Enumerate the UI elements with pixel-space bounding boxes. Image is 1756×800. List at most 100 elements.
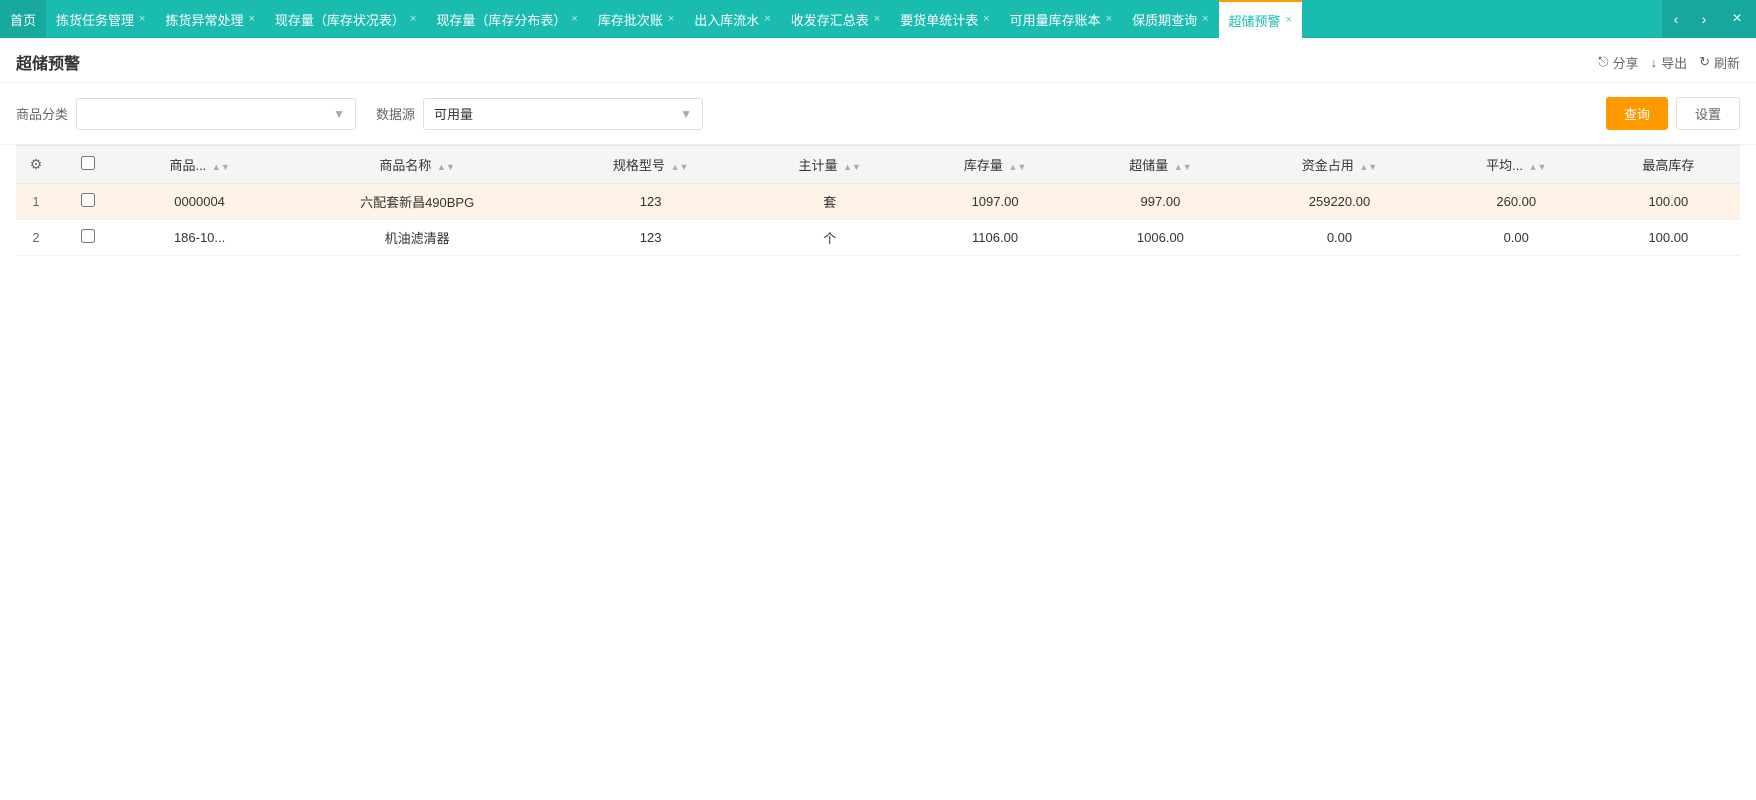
datasource-label: 数据源	[376, 104, 415, 123]
row-checkbox[interactable]	[81, 229, 95, 243]
overstock-qty: 1006.00	[1078, 220, 1243, 256]
category-filter: 商品分类 ▼	[16, 98, 356, 130]
col-header-spec[interactable]: 规格型号 ▲▼	[554, 146, 747, 184]
close-tab-icon[interactable]: ×	[410, 13, 416, 25]
nav-summary[interactable]: 收发存汇总表 ×	[781, 0, 890, 38]
close-tab-icon[interactable]: ×	[983, 13, 989, 25]
close-tab-icon[interactable]: ×	[139, 13, 145, 25]
table-header-row: ⚙ 商品... ▲▼ 商品名称 ▲▼ 规格型号 ▲▼	[16, 146, 1740, 184]
share-icon: ⎋	[1598, 54, 1608, 70]
gear-icon[interactable]: ⚙	[30, 156, 43, 172]
page-title: 超储预警	[16, 50, 80, 74]
row-checkbox-cell	[56, 184, 119, 220]
nav-available-stock[interactable]: 可用量库存账本 ×	[1000, 0, 1122, 38]
product-code: 0000004	[119, 184, 280, 220]
close-tab-icon[interactable]: ×	[1106, 13, 1112, 25]
col-header-overstock[interactable]: 超储量 ▲▼	[1078, 146, 1243, 184]
nav-home[interactable]: 首页	[0, 0, 46, 38]
nav-right-arrow[interactable]: ›	[1690, 0, 1718, 38]
sort-icon: ▲▼	[212, 162, 230, 172]
col-header-avg[interactable]: 平均... ▲▼	[1436, 146, 1597, 184]
table-row: 2 186-10... 机油滤清器 123 个 1106.00 1006.00 …	[16, 220, 1740, 256]
sort-icon: ▲▼	[671, 162, 689, 172]
sort-icon: ▲▼	[437, 162, 455, 172]
datasource-select[interactable]: 可用量 ▼	[423, 98, 703, 130]
nav-task-mgmt[interactable]: 拣货任务管理 ×	[46, 0, 155, 38]
col-header-capital[interactable]: 资金占用 ▲▼	[1243, 146, 1436, 184]
top-nav: 首页 拣货任务管理 × 拣货异常处理 × 现存量（库存状况表） × 现存量（库存…	[0, 0, 1756, 38]
category-select[interactable]: ▼	[76, 98, 356, 130]
close-tab-icon[interactable]: ×	[1286, 14, 1292, 26]
filter-actions: 查询 设置	[1606, 97, 1740, 130]
max-stock: 100.00	[1597, 184, 1740, 220]
row-number: 2	[16, 220, 56, 256]
sort-icon: ▲▼	[843, 162, 861, 172]
nav-order-stat[interactable]: 要货单统计表 ×	[890, 0, 999, 38]
nav-batch[interactable]: 库存批次账 ×	[588, 0, 684, 38]
col-header-product-code[interactable]: 商品... ▲▼	[119, 146, 280, 184]
stock-qty: 1106.00	[912, 220, 1077, 256]
nav-flow[interactable]: 出入库流水 ×	[684, 0, 780, 38]
col-header-product-name[interactable]: 商品名称 ▲▼	[280, 146, 554, 184]
sort-icon: ▲▼	[1174, 162, 1192, 172]
capital-usage: 259220.00	[1243, 184, 1436, 220]
dropdown-arrow-icon: ▼	[333, 107, 345, 121]
nav-close-all[interactable]: ×	[1718, 0, 1756, 38]
refresh-icon: ↻	[1699, 54, 1710, 70]
nav-left-arrow[interactable]: ‹	[1662, 0, 1690, 38]
sort-icon: ▲▼	[1359, 162, 1377, 172]
row-checkbox-cell	[56, 220, 119, 256]
sort-icon: ▲▼	[1008, 162, 1026, 172]
capital-usage: 0.00	[1243, 220, 1436, 256]
col-header-checkbox	[56, 146, 119, 184]
close-tab-icon[interactable]: ×	[668, 13, 674, 25]
unit: 个	[747, 220, 912, 256]
spec: 123	[554, 184, 747, 220]
nav-overstock-warning[interactable]: 超储预警 ×	[1219, 0, 1302, 38]
header-actions: ⎋ 分享 ↓ 导出 ↻ 刷新	[1598, 53, 1740, 72]
nav-stock-status[interactable]: 现存量（库存状况表） ×	[265, 0, 426, 38]
data-table: ⚙ 商品... ▲▼ 商品名称 ▲▼ 规格型号 ▲▼	[16, 145, 1740, 256]
export-button[interactable]: ↓ 导出	[1651, 53, 1688, 72]
close-tab-icon[interactable]: ×	[1202, 13, 1208, 25]
stock-qty: 1097.00	[912, 184, 1077, 220]
row-checkbox[interactable]	[81, 193, 95, 207]
share-button[interactable]: ⎋ 分享	[1598, 53, 1638, 72]
refresh-button[interactable]: ↻ 刷新	[1699, 53, 1740, 72]
col-header-max-stock[interactable]: 最高库存	[1597, 146, 1740, 184]
product-code: 186-10...	[119, 220, 280, 256]
product-name: 六配套新昌490BPG	[280, 184, 554, 220]
close-tab-icon[interactable]: ×	[874, 13, 880, 25]
nav-stock-dist[interactable]: 现存量（库存分布表） ×	[426, 0, 587, 38]
product-name: 机油滤清器	[280, 220, 554, 256]
col-header-stock[interactable]: 库存量 ▲▼	[912, 146, 1077, 184]
query-button[interactable]: 查询	[1606, 97, 1668, 130]
dropdown-arrow-icon: ▼	[680, 107, 692, 121]
settings-button[interactable]: 设置	[1676, 97, 1740, 130]
export-icon: ↓	[1651, 55, 1658, 70]
close-tab-icon[interactable]: ×	[571, 13, 577, 25]
sort-icon: ▲▼	[1529, 162, 1547, 172]
filter-area: 商品分类 ▼ 数据源 可用量 ▼ 查询 设置	[0, 83, 1756, 144]
row-number: 1	[16, 184, 56, 220]
spec: 123	[554, 220, 747, 256]
datasource-select-value: 可用量	[434, 104, 473, 123]
close-tab-icon[interactable]: ×	[248, 13, 254, 25]
page-content: 超储预警 ⎋ 分享 ↓ 导出 ↻ 刷新 商品分类 ▼ 数据源	[0, 38, 1756, 800]
category-label: 商品分类	[16, 104, 68, 123]
avg-price: 260.00	[1436, 184, 1597, 220]
col-header-unit[interactable]: 主计量 ▲▼	[747, 146, 912, 184]
select-all-checkbox[interactable]	[81, 156, 95, 170]
table-row: 1 0000004 六配套新昌490BPG 123 套 1097.00 997.…	[16, 184, 1740, 220]
overstock-qty: 997.00	[1078, 184, 1243, 220]
nav-arrows: ‹ › ×	[1662, 0, 1756, 38]
datasource-filter: 数据源 可用量 ▼	[376, 98, 703, 130]
page-header: 超储预警 ⎋ 分享 ↓ 导出 ↻ 刷新	[0, 38, 1756, 83]
max-stock: 100.00	[1597, 220, 1740, 256]
nav-exception[interactable]: 拣货异常处理 ×	[155, 0, 264, 38]
nav-quality-period[interactable]: 保质期查询 ×	[1122, 0, 1218, 38]
table-container: ⚙ 商品... ▲▼ 商品名称 ▲▼ 规格型号 ▲▼	[0, 145, 1756, 256]
unit: 套	[747, 184, 912, 220]
close-tab-icon[interactable]: ×	[764, 13, 770, 25]
settings-col-header: ⚙	[16, 146, 56, 184]
